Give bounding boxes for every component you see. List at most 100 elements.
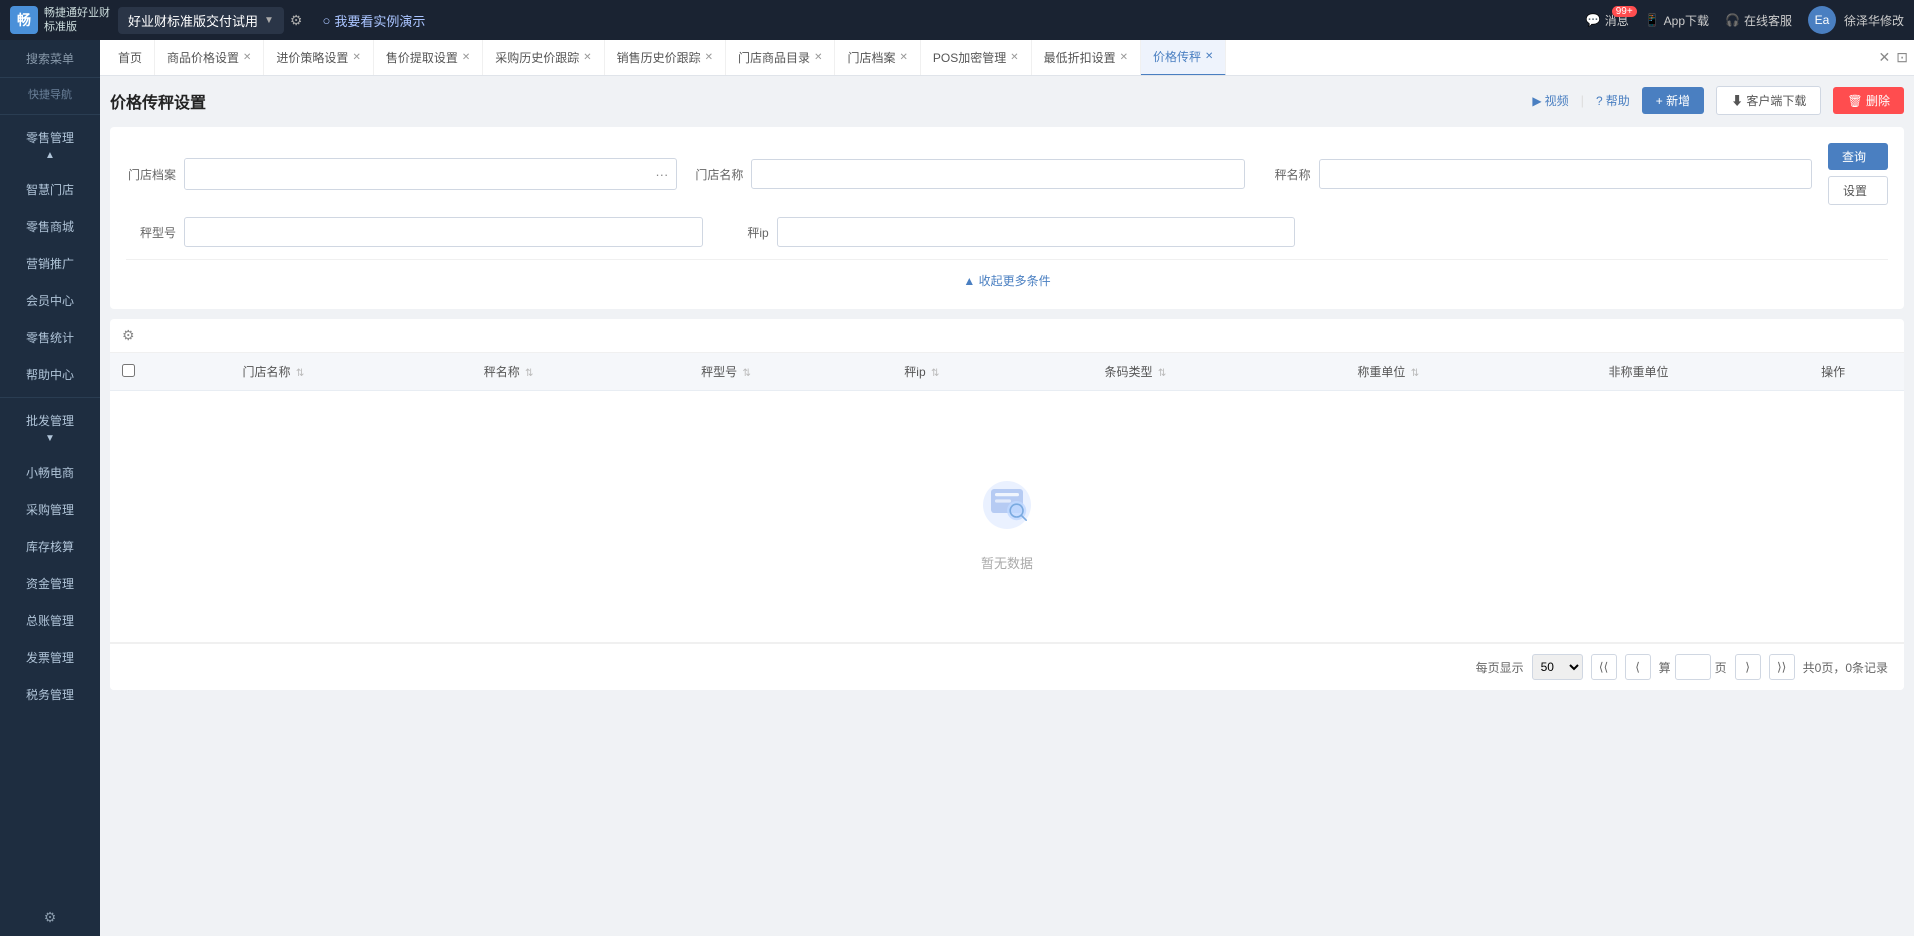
messages-btn[interactable]: 💬 消息 99+ <box>1586 12 1629 29</box>
scale-name-input[interactable] <box>1319 159 1812 189</box>
tab-purchase-strategy-close[interactable]: ✕ <box>352 52 360 63</box>
sidebar-divider-2 <box>0 397 100 398</box>
sidebar-item-wholesale[interactable]: 批发管理 ▼ <box>0 402 100 454</box>
tabbar: 首页 商品价格设置 ✕ 进价策略设置 ✕ 售价提取设置 ✕ 采购历史价跟踪 ✕ … <box>100 40 1914 76</box>
sidebar-item-inventory[interactable]: 库存核算 <box>0 528 100 565</box>
search-button[interactable]: 查询 <box>1828 143 1888 170</box>
header-store-name: 门店名称 ⇅ <box>147 353 400 391</box>
sidebar-item-retail-mgmt[interactable]: 零售管理 ▲ <box>0 119 100 171</box>
tab-store-catalog[interactable]: 门店商品目录 ✕ <box>726 40 835 76</box>
sidebar-item-smart-store[interactable]: 智慧门店 <box>0 171 100 208</box>
topbar-settings-icon[interactable]: ⚙ <box>290 12 303 29</box>
tab-sale-history-close[interactable]: ✕ <box>705 52 713 63</box>
select-all-checkbox[interactable] <box>122 364 135 377</box>
download-button[interactable]: ⬇ 客户端下载 <box>1716 86 1821 115</box>
prev-page-btn[interactable]: ⟨ <box>1625 654 1651 680</box>
page-title: 价格传秤设置 <box>110 89 206 113</box>
user-profile[interactable]: Ea 徐泽华修改 <box>1808 6 1904 34</box>
tab-purchase-strategy[interactable]: 进价策略设置 ✕ <box>264 40 373 76</box>
tab-min-discount[interactable]: 最低折扣设置 ✕ <box>1032 40 1141 76</box>
sidebar-item-marketing[interactable]: 营销推广 <box>0 245 100 282</box>
tab-price-scale[interactable]: 价格传秤 ✕ <box>1141 40 1226 76</box>
sort-icon-scale-ip[interactable]: ⇅ <box>931 368 939 379</box>
first-page-btn[interactable]: ⟨⟨ <box>1591 654 1617 680</box>
delete-button[interactable]: 🗑 删除 <box>1833 87 1904 114</box>
sidebar-item-finance[interactable]: 资金管理 <box>0 565 100 602</box>
store-archive-input[interactable] <box>185 159 647 189</box>
sidebar-item-invoice[interactable]: 发票管理 <box>0 639 100 676</box>
tab-price-setting[interactable]: 商品价格设置 ✕ <box>155 40 264 76</box>
sidebar-item-retail-stats[interactable]: 零售统计 <box>0 319 100 356</box>
sidebar-search[interactable]: 搜索菜单 <box>0 40 100 78</box>
sidebar-item-ecommerce[interactable]: 小畅电商 <box>0 454 100 491</box>
sidebar-item-help[interactable]: 帮助中心 <box>0 356 100 393</box>
tab-purchase-history-close[interactable]: ✕ <box>583 52 591 63</box>
scale-ip-input[interactable] <box>777 217 1296 247</box>
tab-sale-extract-label: 售价提取设置 <box>386 49 458 66</box>
per-page-select[interactable]: 50 10 20 100 <box>1532 654 1583 680</box>
tab-expand-btn[interactable]: ⊡ <box>1896 49 1908 66</box>
collapse-button[interactable]: ▲ 收起更多条件 <box>951 268 1062 293</box>
version-selector[interactable]: 好业财标准版交付试用 ▼ <box>118 7 284 34</box>
page-header: 价格传秤设置 ▶ 视频 | ? 帮助 + 新增 ⬇ 客户端下载 🗑 删除 <box>110 86 1904 115</box>
logo: 畅 畅捷通好业财 标准版 <box>10 6 110 35</box>
tab-purchase-strategy-label: 进价策略设置 <box>276 49 348 66</box>
tab-pos-mgmt-label: POS加密管理 <box>933 49 1006 66</box>
inventory-label: 库存核算 <box>26 538 74 555</box>
sort-icon-scale-name[interactable]: ⇅ <box>525 368 533 379</box>
user-name: 徐泽华修改 <box>1844 12 1904 29</box>
tab-sale-extract-close[interactable]: ✕ <box>462 52 470 63</box>
add-button[interactable]: + 新增 <box>1642 87 1704 114</box>
support-btn[interactable]: 🎧 在线客服 <box>1725 12 1792 29</box>
header-scale-name: 秤名称 ⇅ <box>400 353 617 391</box>
app-icon: 📱 <box>1645 13 1660 27</box>
store-archive-input-wrapper: ··· <box>184 158 677 190</box>
tab-pos-mgmt-close[interactable]: ✕ <box>1010 52 1018 63</box>
tab-pos-mgmt[interactable]: POS加密管理 ✕ <box>921 40 1032 76</box>
sidebar-item-tax[interactable]: 税务管理 <box>0 676 100 713</box>
tab-price-setting-close[interactable]: ✕ <box>243 52 251 63</box>
tab-sale-history[interactable]: 销售历史价跟踪 ✕ <box>605 40 726 76</box>
logo-icon: 畅 <box>10 6 38 34</box>
sort-icon-store-name[interactable]: ⇅ <box>296 368 304 379</box>
sidebar-item-retail-mall[interactable]: 零售商城 <box>0 208 100 245</box>
invoice-label: 发票管理 <box>26 649 74 666</box>
tab-store-archive[interactable]: 门店档案 ✕ <box>835 40 920 76</box>
tab-store-catalog-close[interactable]: ✕ <box>814 52 822 63</box>
tab-store-archive-close[interactable]: ✕ <box>899 52 907 63</box>
video-link[interactable]: ▶ 视频 <box>1532 92 1568 109</box>
sidebar-item-ledger[interactable]: 总账管理 <box>0 602 100 639</box>
tab-home[interactable]: 首页 <box>106 40 155 76</box>
sidebar-quick-nav[interactable]: 快捷导航 <box>0 78 100 110</box>
chevron-down-icon: ▼ <box>45 433 55 444</box>
store-name-input[interactable] <box>751 159 1244 189</box>
current-page-input[interactable]: 1 <box>1675 654 1711 680</box>
header-divider: | <box>1581 93 1584 108</box>
tabbar-controls: ✕ ⊡ <box>1871 49 1908 66</box>
sort-icon-scale-model[interactable]: ⇅ <box>743 368 751 379</box>
tab-sale-extract[interactable]: 售价提取设置 ✕ <box>374 40 483 76</box>
settings-button[interactable]: 设置 <box>1828 176 1888 205</box>
sidebar-settings-icon[interactable]: ⚙ <box>0 899 100 936</box>
more-icon[interactable]: ··· <box>647 167 676 182</box>
tab-price-scale-label: 价格传秤 <box>1153 48 1201 65</box>
empty-text: 暂无数据 <box>981 553 1033 572</box>
tab-price-scale-close[interactable]: ✕ <box>1205 51 1213 62</box>
table-body: 暂无数据 <box>110 391 1904 643</box>
tab-min-discount-close[interactable]: ✕ <box>1120 52 1128 63</box>
app-download-btn[interactable]: 📱 App下载 <box>1645 12 1709 29</box>
sidebar-item-member[interactable]: 会员中心 <box>0 282 100 319</box>
message-badge: 99+ <box>1612 6 1637 17</box>
help-link[interactable]: ? 帮助 <box>1596 92 1630 109</box>
tab-purchase-history[interactable]: 采购历史价跟踪 ✕ <box>483 40 604 76</box>
sidebar-item-purchase[interactable]: 采购管理 <box>0 491 100 528</box>
tab-sale-history-label: 销售历史价跟踪 <box>617 49 701 66</box>
scale-model-input[interactable] <box>184 217 703 247</box>
last-page-btn[interactable]: ⟩⟩ <box>1769 654 1795 680</box>
table-settings-icon[interactable]: ⚙ <box>122 327 135 344</box>
sort-icon-weight-unit[interactable]: ⇅ <box>1411 368 1419 379</box>
next-page-btn[interactable]: ⟩ <box>1735 654 1761 680</box>
demo-link[interactable]: ○ 我要看实例演示 <box>322 11 425 30</box>
tab-close-all-btn[interactable]: ✕ <box>1879 49 1891 66</box>
sort-icon-barcode-type[interactable]: ⇅ <box>1158 368 1166 379</box>
